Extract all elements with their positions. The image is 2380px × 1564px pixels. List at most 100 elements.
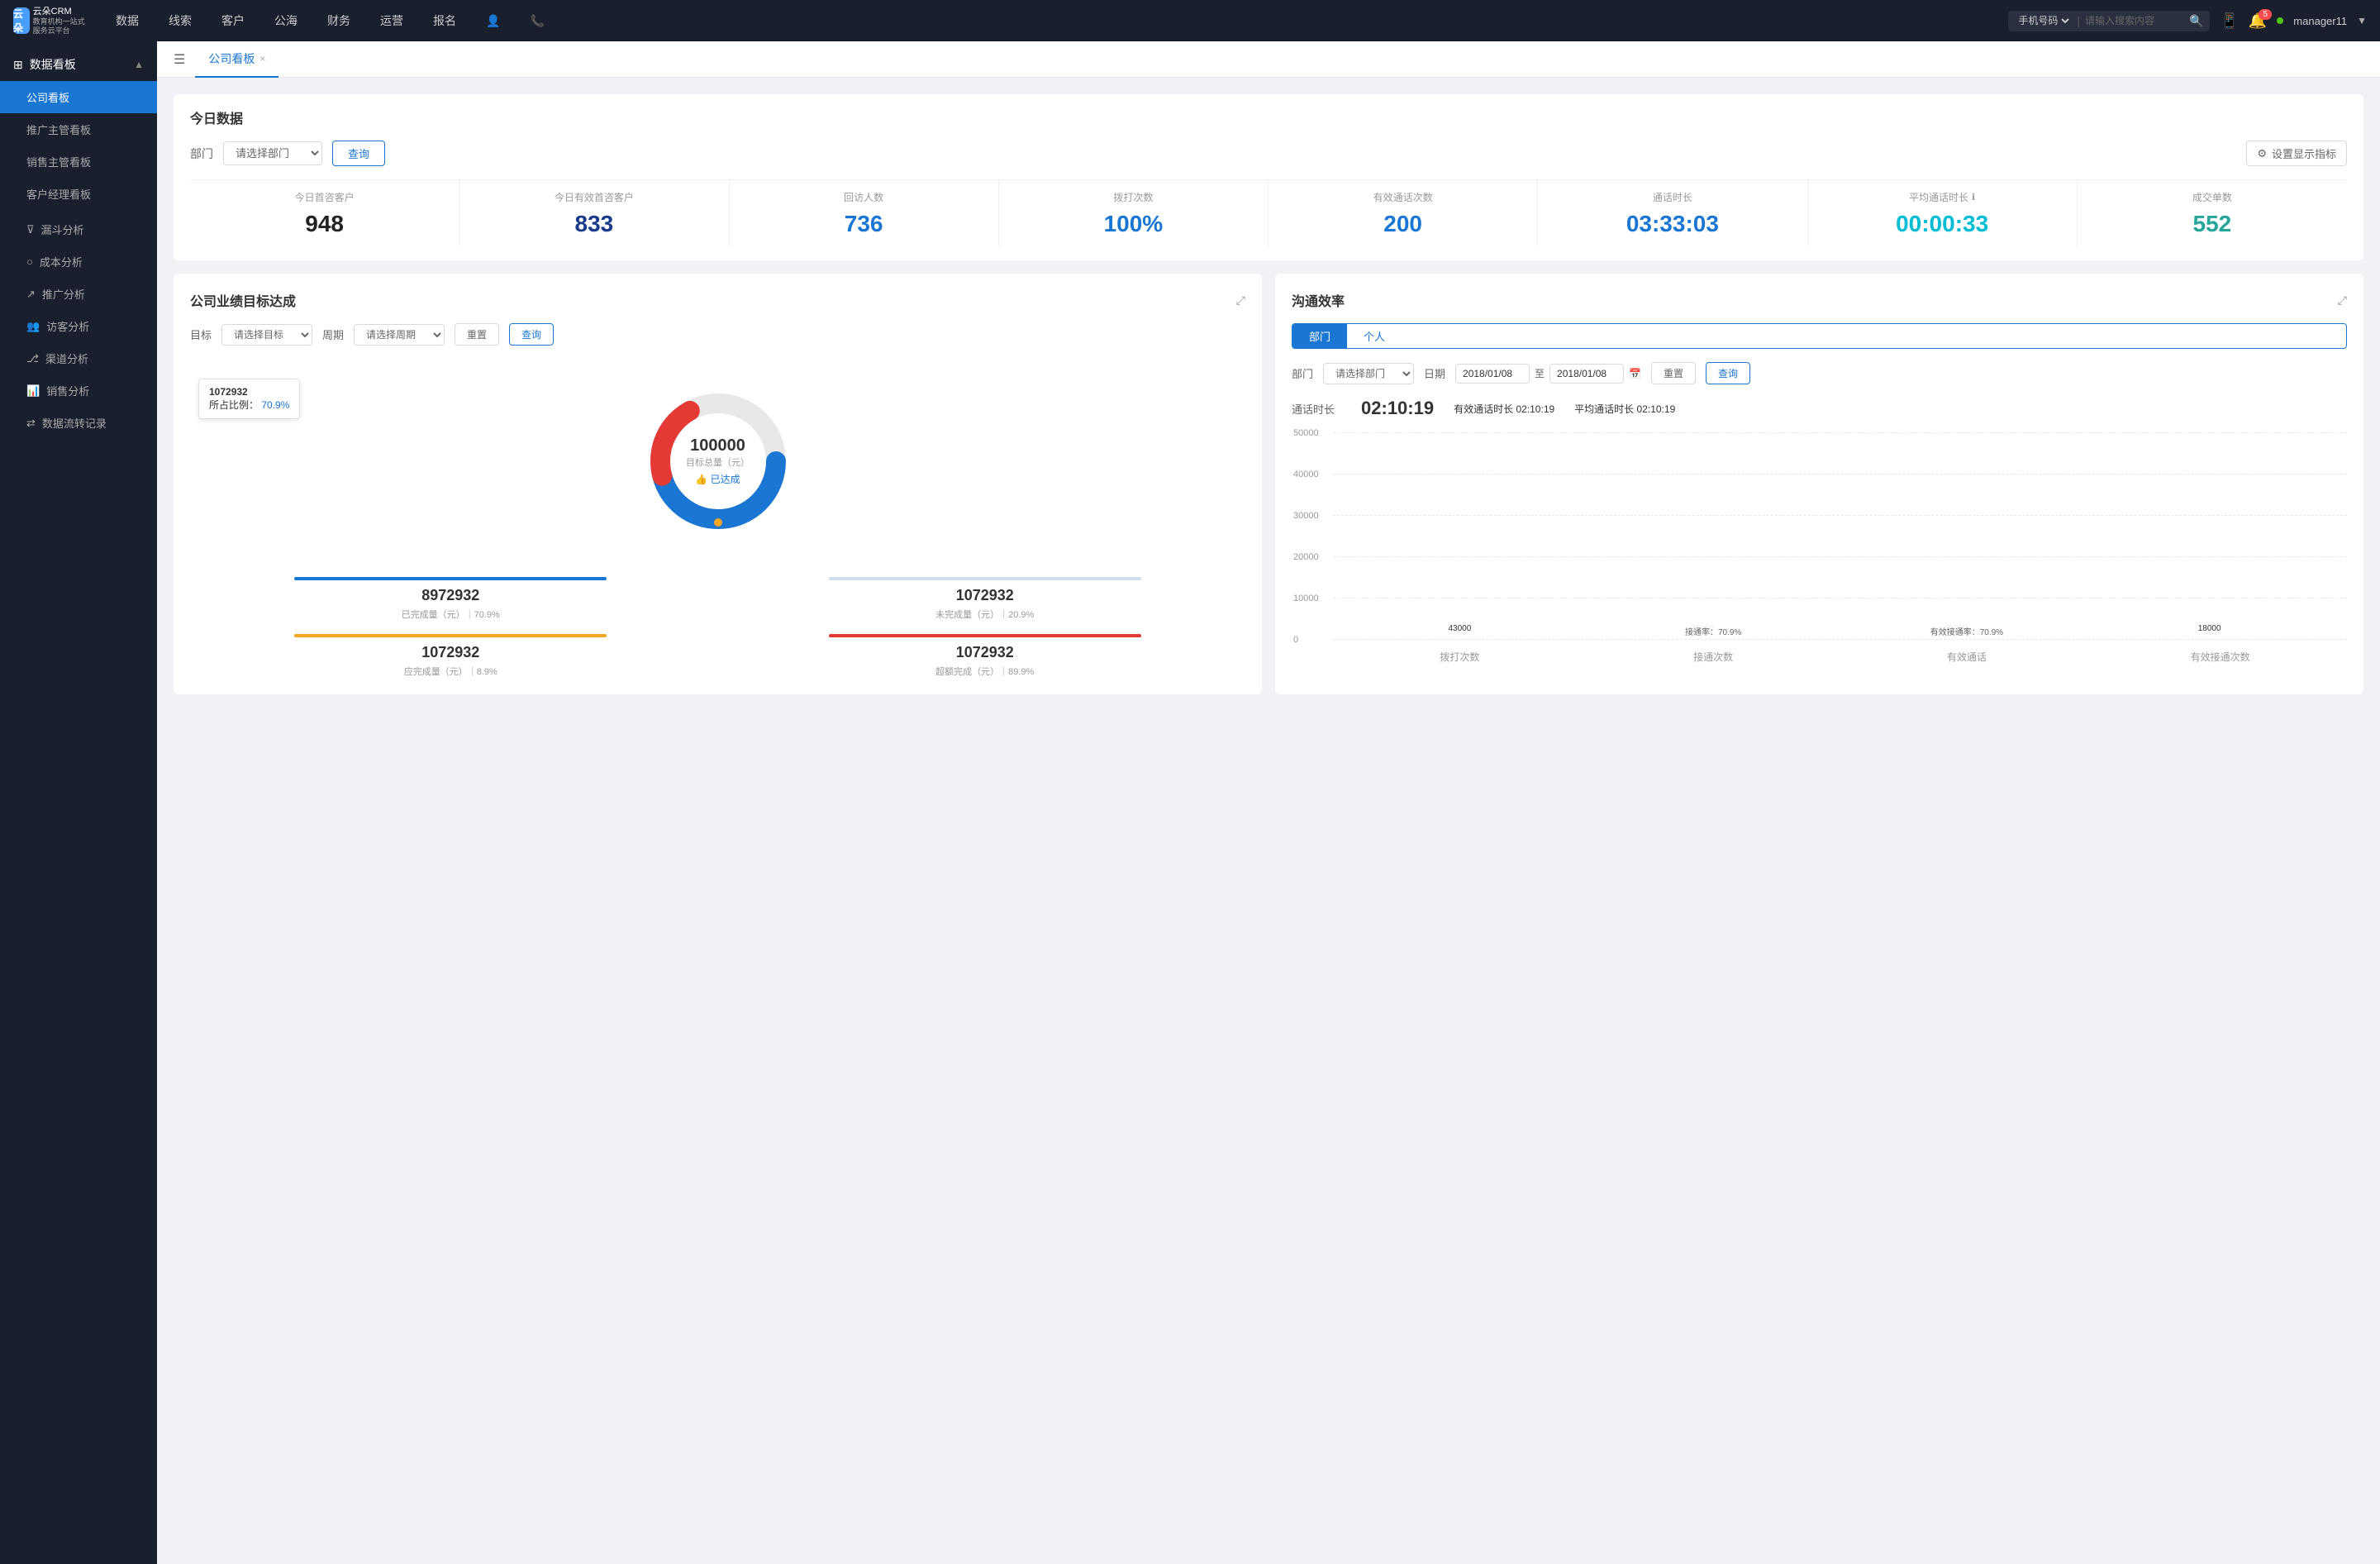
tab-bar: ☰ 公司看板 × (157, 41, 2380, 78)
manager-dropdown-icon[interactable]: ▼ (2357, 15, 2367, 26)
notification-bell[interactable]: 🔔 5 (2249, 12, 2267, 30)
goal-target-select[interactable]: 请选择目标 (221, 324, 312, 346)
sidebar-item-channel[interactable]: ⎇ 渠道分析 (0, 342, 157, 374)
tab-company-board[interactable]: 公司看板 × (195, 41, 278, 78)
date-range: 至 📅 (1455, 364, 1641, 384)
sidebar-item-company-board[interactable]: 公司看板 (0, 81, 157, 113)
goal-panel-expand-icon[interactable]: ⤢ (1236, 293, 1245, 308)
goal-stat-uncompleted: 1072932 未完成量（元）｜20.9% (725, 577, 1246, 621)
nav-phone-icon[interactable]: 📞 (518, 9, 555, 33)
x-label-effective: 有效通话 (1840, 645, 2094, 664)
goal-stat-bar-completed (294, 577, 607, 580)
logo-text: 云朵CRM 教育机构一站式服务云平台 (33, 7, 88, 36)
comm-efficiency-panel: 沟通效率 ⤢ 部门 个人 部门 请选择部门 日期 (1275, 274, 2363, 694)
today-stats-row: 今日首咨客户 948 今日有效首咨客户 833 回访人数 736 拨打次数 10… (190, 179, 2347, 247)
date-from-input[interactable] (1455, 364, 1530, 384)
manager-name[interactable]: manager11 (2293, 15, 2347, 27)
page-body: 今日数据 部门 请选择部门 查询 ⚙ 设置显示指标 今日首咨客户 948 (157, 78, 2380, 711)
avg-duration-label: 平均通话时长 02:10:19 (1574, 402, 1675, 416)
nav-enrollment[interactable]: 报名 (421, 7, 468, 34)
x-axis: 拨打次数 接通次数 有效通话 有效接通次数 (1333, 645, 2347, 664)
nav-sea[interactable]: 公海 (263, 7, 309, 34)
sidebar-item-funnel[interactable]: ⊽ 漏斗分析 (0, 213, 157, 246)
goal-stat-value-should: 1072932 (190, 644, 712, 661)
goal-stat-exceeded: 1072932 超额完成（元）｜89.9% (725, 634, 1246, 678)
avg-duration-info-icon[interactable]: ℹ (1972, 192, 1975, 203)
goal-query-button[interactable]: 查询 (509, 323, 554, 346)
channel-icon: ⎇ (26, 352, 39, 365)
donut-chart: 100000 目标总量（元） 👍 已达成 (635, 379, 801, 544)
sidebar-item-visitor[interactable]: 👥 访客分析 (0, 310, 157, 342)
stat-revisit-count: 回访人数 736 (730, 180, 999, 247)
sidebar-item-sales-manager[interactable]: 销售主管看板 (0, 145, 157, 178)
goal-stat-completed: 8972932 已完成量（元）｜70.9% (190, 577, 712, 621)
comm-query-button[interactable]: 查询 (1706, 362, 1750, 384)
comm-panel-title: 沟通效率 (1292, 290, 1345, 310)
goal-period-select[interactable]: 请选择周期 (354, 324, 445, 346)
dept-select[interactable]: 请选择部门 (223, 141, 322, 165)
sidebar-item-customer-manager[interactable]: 客户经理看板 (0, 178, 157, 210)
tab-menu-icon[interactable]: ☰ (174, 51, 185, 68)
goal-achievement-panel: 公司业绩目标达成 ⤢ 目标 请选择目标 周期 请选择周期 重置 查询 (174, 274, 1262, 694)
goal-stat-value-uncompleted: 1072932 (725, 587, 1246, 604)
sidebar-item-data-transfer[interactable]: ⇄ 数据流转记录 (0, 407, 157, 439)
stat-value-revisit: 736 (736, 211, 992, 237)
nav-customers[interactable]: 客户 (210, 7, 256, 34)
search-input[interactable] (2085, 15, 2184, 26)
goal-stat-bar-should (294, 634, 607, 637)
nav-finance[interactable]: 财务 (316, 7, 362, 34)
online-status-dot (2277, 17, 2283, 24)
calendar-icon[interactable]: 📅 (1629, 368, 1641, 379)
effective-rate-annotation: 有效接通率：70.9% (1927, 623, 2006, 639)
comm-dept-select[interactable]: 请选择部门 (1323, 363, 1414, 384)
tab-btn-individual[interactable]: 个人 (1347, 324, 1402, 348)
comm-reset-button[interactable]: 重置 (1651, 362, 1696, 384)
tab-close-button[interactable]: × (259, 53, 265, 64)
nav-person-icon[interactable]: 👤 (474, 9, 512, 33)
date-to-input[interactable] (1549, 364, 1624, 384)
goal-stat-label-uncompleted: 未完成量（元）｜20.9% (725, 608, 1246, 621)
effective-duration-label: 有效通话时长 02:10:19 (1454, 402, 1554, 416)
x-label-connect: 接通次数 (1587, 645, 1840, 664)
nav-leads[interactable]: 线索 (157, 7, 203, 34)
sidebar-item-sales[interactable]: 📊 销售分析 (0, 374, 157, 407)
promo-icon: ↗ (26, 288, 36, 301)
transfer-icon: ⇄ (26, 417, 36, 430)
cost-icon: ○ (26, 255, 33, 268)
tablet-icon[interactable]: 📱 (2220, 12, 2238, 30)
stat-value-effective-consult: 833 (466, 211, 721, 237)
donut-center-label: 目标总量（元） (686, 455, 750, 469)
x-label-dial: 拨打次数 (1333, 645, 1587, 664)
x-label-effective-connect: 有效接通次数 (2093, 645, 2347, 664)
period-filter-label: 周期 (322, 327, 344, 342)
sidebar-item-promo-manager[interactable]: 推广主管看板 (0, 113, 157, 145)
stat-value-effective-calls: 200 (1275, 211, 1530, 237)
nav-data[interactable]: 数据 (104, 7, 150, 34)
stat-call-duration: 通话时长 03:33:03 (1538, 180, 1807, 247)
call-duration-value: 02:10:19 (1361, 398, 1434, 419)
stat-first-consult: 今日首咨客户 948 (190, 180, 459, 247)
donut-tooltip: 1072932 所占比例： 70.9% (198, 379, 300, 419)
sidebar-group-dashboard[interactable]: ⊞ 数据看板 ▲ (0, 48, 157, 81)
goal-stat-value-completed: 8972932 (190, 587, 712, 604)
nav-operations[interactable]: 运营 (369, 7, 415, 34)
search-type-select[interactable]: 手机号码 (2015, 14, 2072, 27)
sidebar: ⊞ 数据看板 ▲ 公司看板 推广主管看板 销售主管看板 客户经理看板 ⊽ 漏斗分… (0, 41, 157, 1564)
donut-center: 100000 目标总量（元） 👍 已达成 (686, 436, 750, 486)
goal-panel-title: 公司业绩目标达成 (190, 290, 296, 310)
sidebar-item-promo[interactable]: ↗ 推广分析 (0, 278, 157, 310)
tab-btn-dept[interactable]: 部门 (1292, 324, 1347, 348)
sidebar-item-cost[interactable]: ○ 成本分析 (0, 246, 157, 278)
goal-panel-header: 公司业绩目标达成 ⤢ (190, 290, 1245, 310)
settings-display-button[interactable]: ⚙ 设置显示指标 (2246, 141, 2347, 166)
goal-reset-button[interactable]: 重置 (455, 323, 499, 346)
bars-area: 43000 35000 接通率：70.9% (1333, 432, 2347, 639)
sidebar-dashboard-section: ⊞ 数据看板 ▲ 公司看板 推广主管看板 销售主管看板 客户经理看板 (0, 48, 157, 210)
notification-badge: 5 (2259, 9, 2272, 20)
comm-panel-expand-icon[interactable]: ⤢ (2338, 293, 2347, 308)
today-query-button[interactable]: 查询 (332, 141, 385, 166)
search-icon[interactable]: 🔍 (2189, 14, 2203, 28)
goal-stat-label-completed: 已完成量（元）｜70.9% (190, 608, 712, 621)
sidebar-analysis-section: ⊽ 漏斗分析 ○ 成本分析 ↗ 推广分析 👥 访客分析 ⎇ 渠道分析 📊 销售分 (0, 213, 157, 439)
comm-dept-label: 部门 (1292, 365, 1313, 381)
